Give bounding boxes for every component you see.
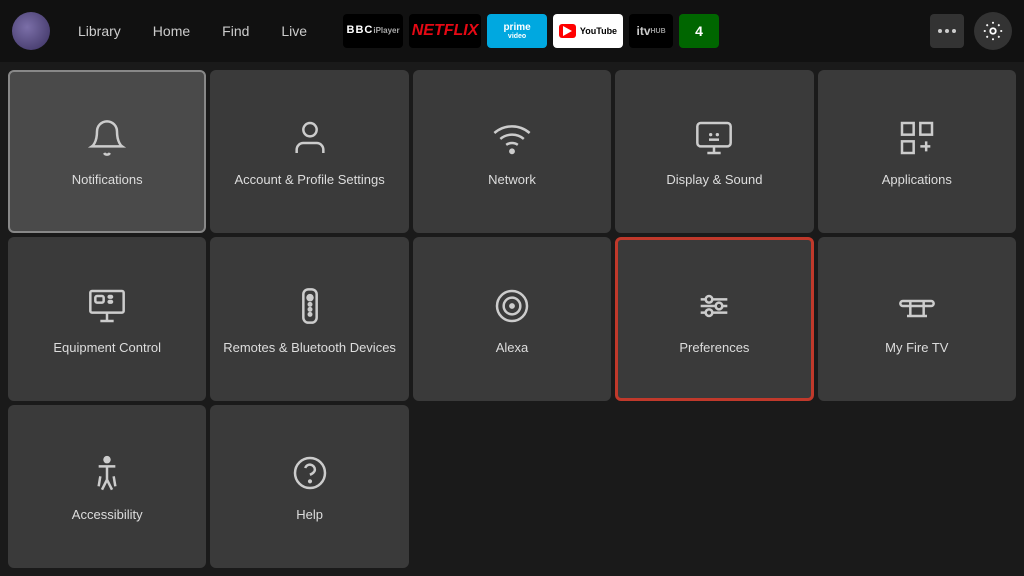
netflix-badge[interactable]: NETFLIX: [409, 14, 481, 48]
remotes-bluetooth-label: Remotes & Bluetooth Devices: [223, 340, 396, 357]
notifications-label: Notifications: [72, 172, 143, 189]
settings-button[interactable]: [974, 12, 1012, 50]
applications-label: Applications: [882, 172, 952, 189]
nav-links: Library Home Find Live: [64, 17, 321, 45]
prime-video-badge[interactable]: prime video: [487, 14, 547, 48]
equipment-control-label: Equipment Control: [53, 340, 161, 357]
nav-find[interactable]: Find: [208, 17, 263, 45]
accessibility-label: Accessibility: [72, 507, 143, 524]
sliders-icon: [690, 282, 738, 330]
bell-icon: [83, 114, 131, 162]
avatar[interactable]: [12, 12, 50, 50]
remote-icon: [286, 282, 334, 330]
channel4-badge[interactable]: 4: [679, 14, 719, 48]
account-profile-label: Account & Profile Settings: [234, 172, 384, 189]
display-icon: [690, 114, 738, 162]
accessibility-cell[interactable]: Accessibility: [8, 405, 206, 568]
top-navigation: Library Home Find Live BBC iPlayer NETFL…: [0, 0, 1024, 62]
settings-grid: Notifications Account & Profile Settings…: [0, 62, 1024, 576]
apps-icon: [893, 114, 941, 162]
accessibility-icon: [83, 449, 131, 497]
account-profile-cell[interactable]: Account & Profile Settings: [210, 70, 408, 233]
person-icon: [286, 114, 334, 162]
bbc-iplayer-badge[interactable]: BBC iPlayer: [343, 14, 403, 48]
preferences-cell[interactable]: Preferences: [615, 237, 813, 400]
nav-apps-area: BBC iPlayer NETFLIX prime video YouTube …: [343, 14, 920, 48]
network-label: Network: [488, 172, 536, 189]
display-sound-label: Display & Sound: [666, 172, 762, 189]
alexa-icon: [488, 282, 536, 330]
network-cell[interactable]: Network: [413, 70, 611, 233]
firetv-icon: [893, 282, 941, 330]
itv-hub-badge[interactable]: itv HUB: [629, 14, 673, 48]
my-fire-tv-cell[interactable]: My Fire TV: [818, 237, 1016, 400]
alexa-label: Alexa: [496, 340, 529, 357]
remotes-bluetooth-cell[interactable]: Remotes & Bluetooth Devices: [210, 237, 408, 400]
my-fire-tv-label: My Fire TV: [885, 340, 948, 357]
alexa-cell[interactable]: Alexa: [413, 237, 611, 400]
nav-live[interactable]: Live: [267, 17, 321, 45]
help-cell[interactable]: Help: [210, 405, 408, 568]
monitor-icon: [83, 282, 131, 330]
preferences-label: Preferences: [679, 340, 749, 357]
display-sound-cell[interactable]: Display & Sound: [615, 70, 813, 233]
applications-cell[interactable]: Applications: [818, 70, 1016, 233]
more-apps-button[interactable]: [930, 14, 964, 48]
help-icon: [286, 449, 334, 497]
wifi-icon: [488, 114, 536, 162]
notifications-cell[interactable]: Notifications: [8, 70, 206, 233]
nav-library[interactable]: Library: [64, 17, 135, 45]
help-label: Help: [296, 507, 323, 524]
equipment-control-cell[interactable]: Equipment Control: [8, 237, 206, 400]
nav-home[interactable]: Home: [139, 17, 204, 45]
youtube-badge[interactable]: YouTube: [553, 14, 623, 48]
